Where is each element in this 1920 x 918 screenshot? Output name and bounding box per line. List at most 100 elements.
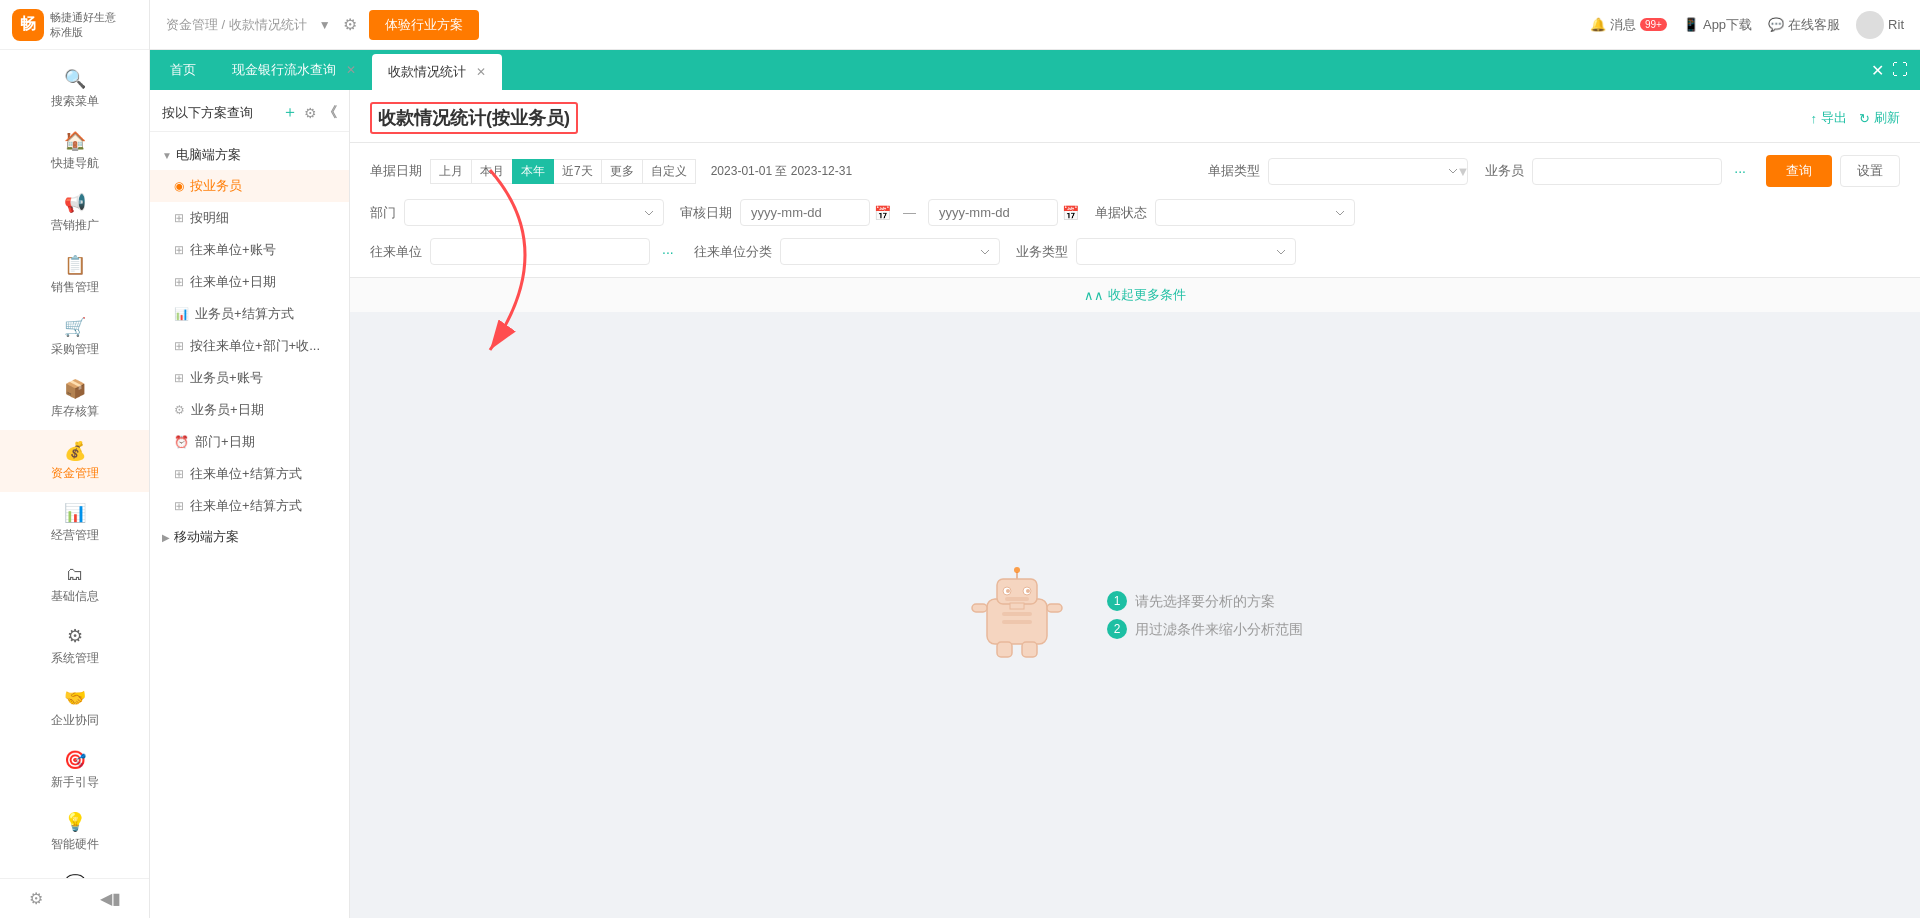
scheme-item-by-detail[interactable]: ⊞ 按明细 [150,202,349,234]
scheme-settings-btn[interactable]: ⚙ [304,105,317,121]
tab-close-all-btn[interactable]: ✕ [1871,61,1884,80]
tab-maximize-btn[interactable]: ⛶ [1892,61,1908,79]
sidebar-item-smart-hw[interactable]: 💡 智能硬件 [0,801,149,863]
date-tab-last-month[interactable]: 上月 [430,159,472,184]
breadcrumb-dropdown-icon[interactable]: ▼ [319,18,331,32]
review-date-end-input[interactable] [928,199,1058,226]
collapse-icon: ∧∧ [1084,288,1104,303]
user-info[interactable]: Rit [1856,11,1904,39]
tab-receipt-stat-close-icon[interactable]: ✕ [476,65,486,79]
online-service-icon: 💬 [1768,17,1784,32]
filter-row-2: 部门 审核日期 📅 — 📅 [370,199,1900,226]
guide-icon: 🎯 [64,749,86,771]
sidebar-settings-icon[interactable]: ⚙ [29,889,43,908]
scheme-item-icon: 📊 [174,307,189,321]
sidebar-item-inventory[interactable]: 📦 库存核算 [0,368,149,430]
doc-type-select[interactable] [1268,158,1468,185]
empty-steps: 1 请先选择要分析的方案 2 用过滤条件来缩小分析范围 [1107,587,1303,643]
scheme-item-partner-dept-receipt[interactable]: ⊞ 按往来单位+部门+收... [150,330,349,362]
date-separator: — [903,205,916,220]
trial-btn[interactable]: 体验行业方案 [369,10,479,40]
doc-status-select[interactable] [1155,199,1355,226]
sidebar-item-search-menu[interactable]: 🔍 搜索菜单 [0,58,149,120]
date-tab-this-year[interactable]: 本年 [512,159,554,184]
filter-review-date: 审核日期 📅 — 📅 [680,199,1079,226]
scheme-item-dept-date[interactable]: ⏰ 部门+日期 [150,426,349,458]
date-tab-7days[interactable]: 近7天 [553,159,602,184]
sidebar-collapse-icon[interactable]: ◀▮ [100,889,121,908]
scheme-group-mobile-header[interactable]: ▶ 移动端方案 [150,522,349,552]
quick-nav-icon: 🏠 [64,130,86,152]
sidebar-item-label: 搜索菜单 [51,93,99,110]
scheme-item-partner-settle1[interactable]: ⊞ 往来单位+结算方式 [150,458,349,490]
sidebar-item-quick-nav[interactable]: 🏠 快捷导航 [0,120,149,182]
panel-collapse-btn[interactable]: 《 [323,104,337,122]
salesperson-more-btn[interactable]: ··· [1730,163,1750,179]
scheme-item-by-salesperson[interactable]: ◉ 按业务员 [150,170,349,202]
sidebar-item-finance[interactable]: 💰 资金管理 [0,430,149,492]
scheme-item-icon: ⊞ [174,371,184,385]
tab-receipt-stat[interactable]: 收款情况统计 ✕ [372,54,502,90]
filter-doc-status: 单据状态 [1095,199,1355,226]
svg-rect-7 [1010,603,1024,609]
empty-step-1: 1 请先选择要分析的方案 [1107,587,1303,615]
collapse-bar[interactable]: ∧∧ 收起更多条件 [350,277,1920,312]
sidebar-item-operations[interactable]: 📊 经营管理 [0,492,149,554]
refresh-icon: ↻ [1859,111,1870,126]
review-date-start-input[interactable] [740,199,870,226]
svg-rect-10 [997,642,1012,657]
business-type-label: 业务类型 [1016,243,1068,261]
partner-category-select[interactable] [780,238,1000,265]
export-icon: ↑ [1811,111,1818,126]
dept-select[interactable] [404,199,664,226]
online-service-btn[interactable]: 💬 在线客服 [1768,16,1840,34]
settings-btn[interactable]: 设置 [1840,155,1900,187]
export-btn[interactable]: ↑ 导出 [1811,109,1848,127]
svg-rect-14 [1002,612,1032,616]
partner-input[interactable] [430,238,650,265]
topbar-gear-icon[interactable]: ⚙ [343,15,357,34]
salesperson-input[interactable] [1532,158,1722,185]
sidebar-item-purchase[interactable]: 🛒 采购管理 [0,306,149,368]
sidebar-item-sales[interactable]: 📋 销售管理 [0,244,149,306]
invoice-date-label: 单据日期 [370,162,422,180]
add-scheme-btn[interactable]: ＋ [282,102,298,123]
scheme-group-desktop-header[interactable]: ▼ 电脑端方案 [150,140,349,170]
query-btn[interactable]: 查询 [1766,155,1832,187]
sidebar-item-wechat[interactable]: 💬 企业微信 [0,863,149,878]
scheme-item-partner-account[interactable]: ⊞ 往来单位+账号 [150,234,349,266]
sidebar-item-enterprise[interactable]: 🤝 企业协同 [0,677,149,739]
date-tab-more[interactable]: 更多 [601,159,643,184]
tab-bank-flow-close-icon[interactable]: ✕ [346,63,356,77]
notification-label: 消息 [1610,16,1636,34]
tab-home[interactable]: 首页 [150,50,216,90]
date-tab-custom[interactable]: 自定义 [642,159,696,184]
date-tab-this-month[interactable]: 本月 [471,159,513,184]
sidebar: 畅 畅捷通好生意标准版 🔍 搜索菜单 🏠 快捷导航 📢 营销推广 📋 销售管理 … [0,0,150,918]
left-panel: 按以下方案查询 ＋ ⚙ 《 ▼ 电脑端方案 ◉ 按业务员 [150,90,350,918]
main-area: 资金管理 / 收款情况统计 ▼ ⚙ 体验行业方案 🔔 消息 99+ 📱 App下… [150,0,1920,918]
scheme-item-salesperson-settle[interactable]: 📊 业务员+结算方式 [150,298,349,330]
svg-rect-15 [1002,620,1032,624]
notification-btn[interactable]: 🔔 消息 99+ [1590,16,1667,34]
app-download-btn[interactable]: 📱 App下载 [1683,16,1752,34]
refresh-btn[interactable]: ↻ 刷新 [1859,109,1900,127]
partner-more-btn[interactable]: ··· [658,244,678,260]
scheme-item-partner-settle2[interactable]: ⊞ 往来单位+结算方式 [150,490,349,522]
tab-bank-flow[interactable]: 现金银行流水查询 ✕ [216,50,372,90]
sidebar-item-marketing[interactable]: 📢 营销推广 [0,182,149,244]
scheme-item-salesperson-account[interactable]: ⊞ 业务员+账号 [150,362,349,394]
smart-hw-icon: 💡 [64,811,86,833]
sidebar-item-label: 资金管理 [51,465,99,482]
business-type-select[interactable] [1076,238,1296,265]
app-logo: 畅 畅捷通好生意标准版 [0,0,149,50]
calendar-start-icon[interactable]: 📅 [874,205,891,221]
sidebar-item-basic-info[interactable]: 🗂 基础信息 [0,554,149,615]
sidebar-item-label: 智能硬件 [51,836,99,853]
user-name: Rit [1888,17,1904,32]
sidebar-item-sys-manage[interactable]: ⚙ 系统管理 [0,615,149,677]
scheme-item-partner-date[interactable]: ⊞ 往来单位+日期 [150,266,349,298]
sidebar-item-guide[interactable]: 🎯 新手引导 [0,739,149,801]
calendar-end-icon[interactable]: 📅 [1062,205,1079,221]
scheme-item-salesperson-date[interactable]: ⚙ 业务员+日期 [150,394,349,426]
